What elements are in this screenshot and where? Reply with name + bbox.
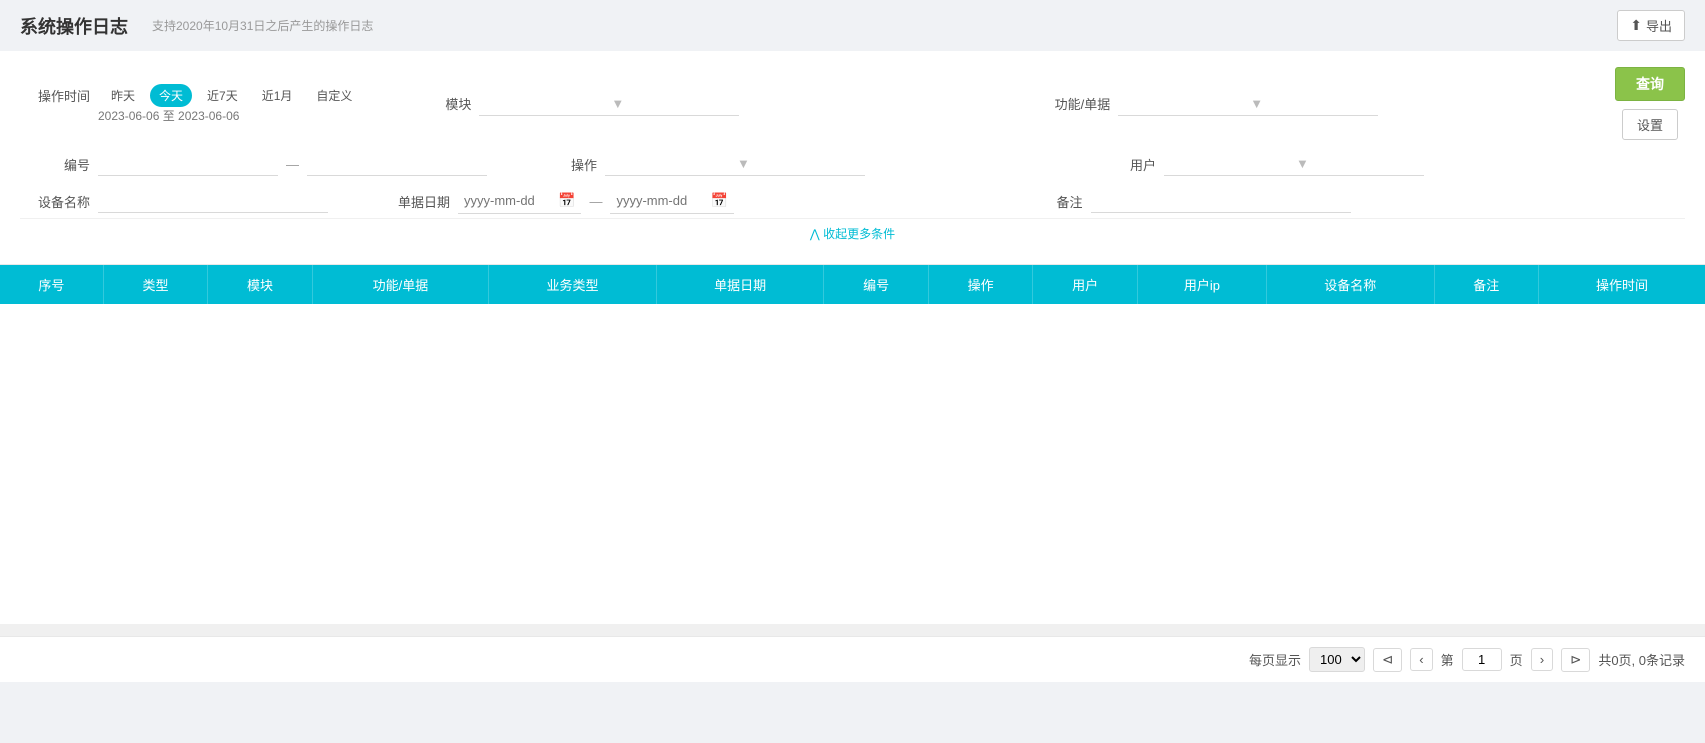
filter-row-3: 设备名称 单据日期 📅 — 📅 备注 — [20, 188, 1685, 214]
date-range-display: 2023-06-06 至 2023-06-06 — [98, 109, 239, 123]
user-filter-group: 用户 ▼ — [1066, 152, 1565, 176]
export-button[interactable]: ⬆ 导出 — [1617, 10, 1685, 41]
filter-panel: 操作时间 昨天 今天 近7天 近1月 自定义 2023-06-06 至 2023… — [0, 51, 1705, 265]
date-start-input-wrap: 📅 — [458, 188, 581, 214]
date-start-input[interactable] — [464, 193, 554, 208]
module-filter-group: 模块 ▼ — [401, 92, 980, 116]
col-biz-type: 业务类型 — [489, 265, 657, 304]
first-page-btn[interactable]: ⊲ — [1373, 648, 1402, 672]
page-header: 系统操作日志 支持2020年10月31日之后产生的操作日志 ⬆ 导出 — [0, 0, 1705, 51]
page-label-pre: 第 — [1441, 650, 1454, 669]
time-label: 操作时间 — [20, 86, 90, 105]
time-btn-yesterday[interactable]: 昨天 — [102, 84, 144, 107]
module-label: 模块 — [401, 94, 471, 113]
device-filter-group: 设备名称 — [20, 189, 340, 213]
user-label: 用户 — [1066, 155, 1156, 174]
filter-row-1: 操作时间 昨天 今天 近7天 近1月 自定义 2023-06-06 至 2023… — [20, 67, 1685, 140]
device-input[interactable] — [98, 189, 328, 213]
voucher-date-filter-group: 单据日期 📅 — 📅 — [380, 188, 953, 214]
export-icon: ⬆ — [1630, 17, 1642, 34]
data-table: 序号 类型 模块 功能/单据 业务类型 单据日期 编号 操作 用户 用户ip 设… — [0, 265, 1705, 304]
calendar-end-icon[interactable]: 📅 — [710, 192, 727, 209]
col-voucher-date: 单据日期 — [656, 265, 824, 304]
time-btn-1month[interactable]: 近1月 — [253, 84, 302, 107]
page-title: 系统操作日志 — [20, 13, 128, 39]
remark-filter-group: 备注 — [993, 189, 1566, 213]
filter-row-2: 编号 — 操作 ▼ 用户 ▼ — [20, 152, 1685, 176]
device-label: 设备名称 — [20, 192, 90, 211]
operation-filter-group: 操作 ▼ — [527, 152, 1026, 176]
function-arrow-icon: ▼ — [1250, 96, 1372, 111]
no-input-end[interactable] — [307, 152, 487, 176]
function-select[interactable]: ▼ — [1118, 92, 1378, 116]
page-number-input[interactable] — [1462, 648, 1502, 671]
table-header-row: 序号 类型 模块 功能/单据 业务类型 单据日期 编号 操作 用户 用户ip 设… — [0, 265, 1705, 304]
no-filter-group: 编号 — — [20, 152, 487, 176]
time-btn-today[interactable]: 今天 — [150, 84, 192, 107]
horizontal-scrollbar[interactable] — [0, 624, 1705, 636]
user-arrow-icon: ▼ — [1296, 156, 1418, 171]
col-index: 序号 — [0, 265, 103, 304]
user-select[interactable]: ▼ — [1164, 152, 1424, 176]
export-label: 导出 — [1646, 16, 1672, 35]
remark-input[interactable] — [1091, 189, 1351, 213]
col-user-ip: 用户ip — [1137, 265, 1266, 304]
no-input-start[interactable] — [98, 152, 278, 176]
empty-area — [0, 304, 1705, 624]
action-buttons: 查询 设置 — [1615, 67, 1685, 140]
collapse-label: 收起更多条件 — [823, 227, 895, 241]
module-select[interactable]: ▼ — [479, 92, 739, 116]
function-filter-group: 功能/单据 ▼ — [1020, 92, 1599, 116]
col-op-time: 操作时间 — [1539, 265, 1705, 304]
last-page-btn[interactable]: ⊳ — [1561, 648, 1590, 672]
col-no: 编号 — [824, 265, 928, 304]
calendar-start-icon[interactable]: 📅 — [558, 192, 575, 209]
per-page-label: 每页显示 — [1249, 650, 1301, 669]
function-label: 功能/单据 — [1020, 94, 1110, 113]
page-subtitle: 支持2020年10月31日之后产生的操作日志 — [152, 17, 373, 34]
date-end-input[interactable] — [616, 193, 706, 208]
data-table-wrap: 序号 类型 模块 功能/单据 业务类型 单据日期 编号 操作 用户 用户ip 设… — [0, 265, 1705, 624]
col-operation: 操作 — [928, 265, 1032, 304]
per-page-select[interactable]: 100 50 200 — [1309, 647, 1365, 672]
pagination-summary: 共0页, 0条记录 — [1598, 650, 1685, 669]
collapse-icon: ⋀ — [810, 227, 823, 241]
prev-page-btn[interactable]: ‹ — [1410, 648, 1432, 671]
next-page-btn[interactable]: › — [1531, 648, 1553, 671]
time-filter-group: 操作时间 昨天 今天 近7天 近1月 自定义 2023-06-06 至 2023… — [20, 84, 361, 124]
settings-button[interactable]: 设置 — [1622, 109, 1678, 140]
col-type: 类型 — [103, 265, 207, 304]
time-btn-custom[interactable]: 自定义 — [307, 84, 361, 107]
operation-label: 操作 — [527, 155, 597, 174]
col-user: 用户 — [1033, 265, 1137, 304]
operation-arrow-icon: ▼ — [737, 156, 859, 171]
col-device: 设备名称 — [1266, 265, 1434, 304]
page-label-post: 页 — [1510, 650, 1523, 669]
time-btn-7days[interactable]: 近7天 — [198, 84, 247, 107]
pagination-bar: 每页显示 100 50 200 ⊲ ‹ 第 页 › ⊳ 共0页, 0条记录 — [0, 636, 1705, 682]
operation-select[interactable]: ▼ — [605, 152, 865, 176]
query-button[interactable]: 查询 — [1615, 67, 1685, 101]
voucher-date-label: 单据日期 — [380, 192, 450, 211]
module-arrow-icon: ▼ — [611, 96, 733, 111]
col-function: 功能/单据 — [312, 265, 488, 304]
remark-label: 备注 — [993, 192, 1083, 211]
time-shortcuts: 昨天 今天 近7天 近1月 自定义 — [102, 84, 361, 107]
col-remark: 备注 — [1434, 265, 1538, 304]
date-end-input-wrap: 📅 — [610, 188, 733, 214]
date-dash: — — [589, 194, 602, 209]
collapse-bar[interactable]: ⋀ 收起更多条件 — [20, 218, 1685, 248]
no-dash: — — [286, 157, 299, 172]
col-module: 模块 — [208, 265, 312, 304]
no-label: 编号 — [20, 155, 90, 174]
